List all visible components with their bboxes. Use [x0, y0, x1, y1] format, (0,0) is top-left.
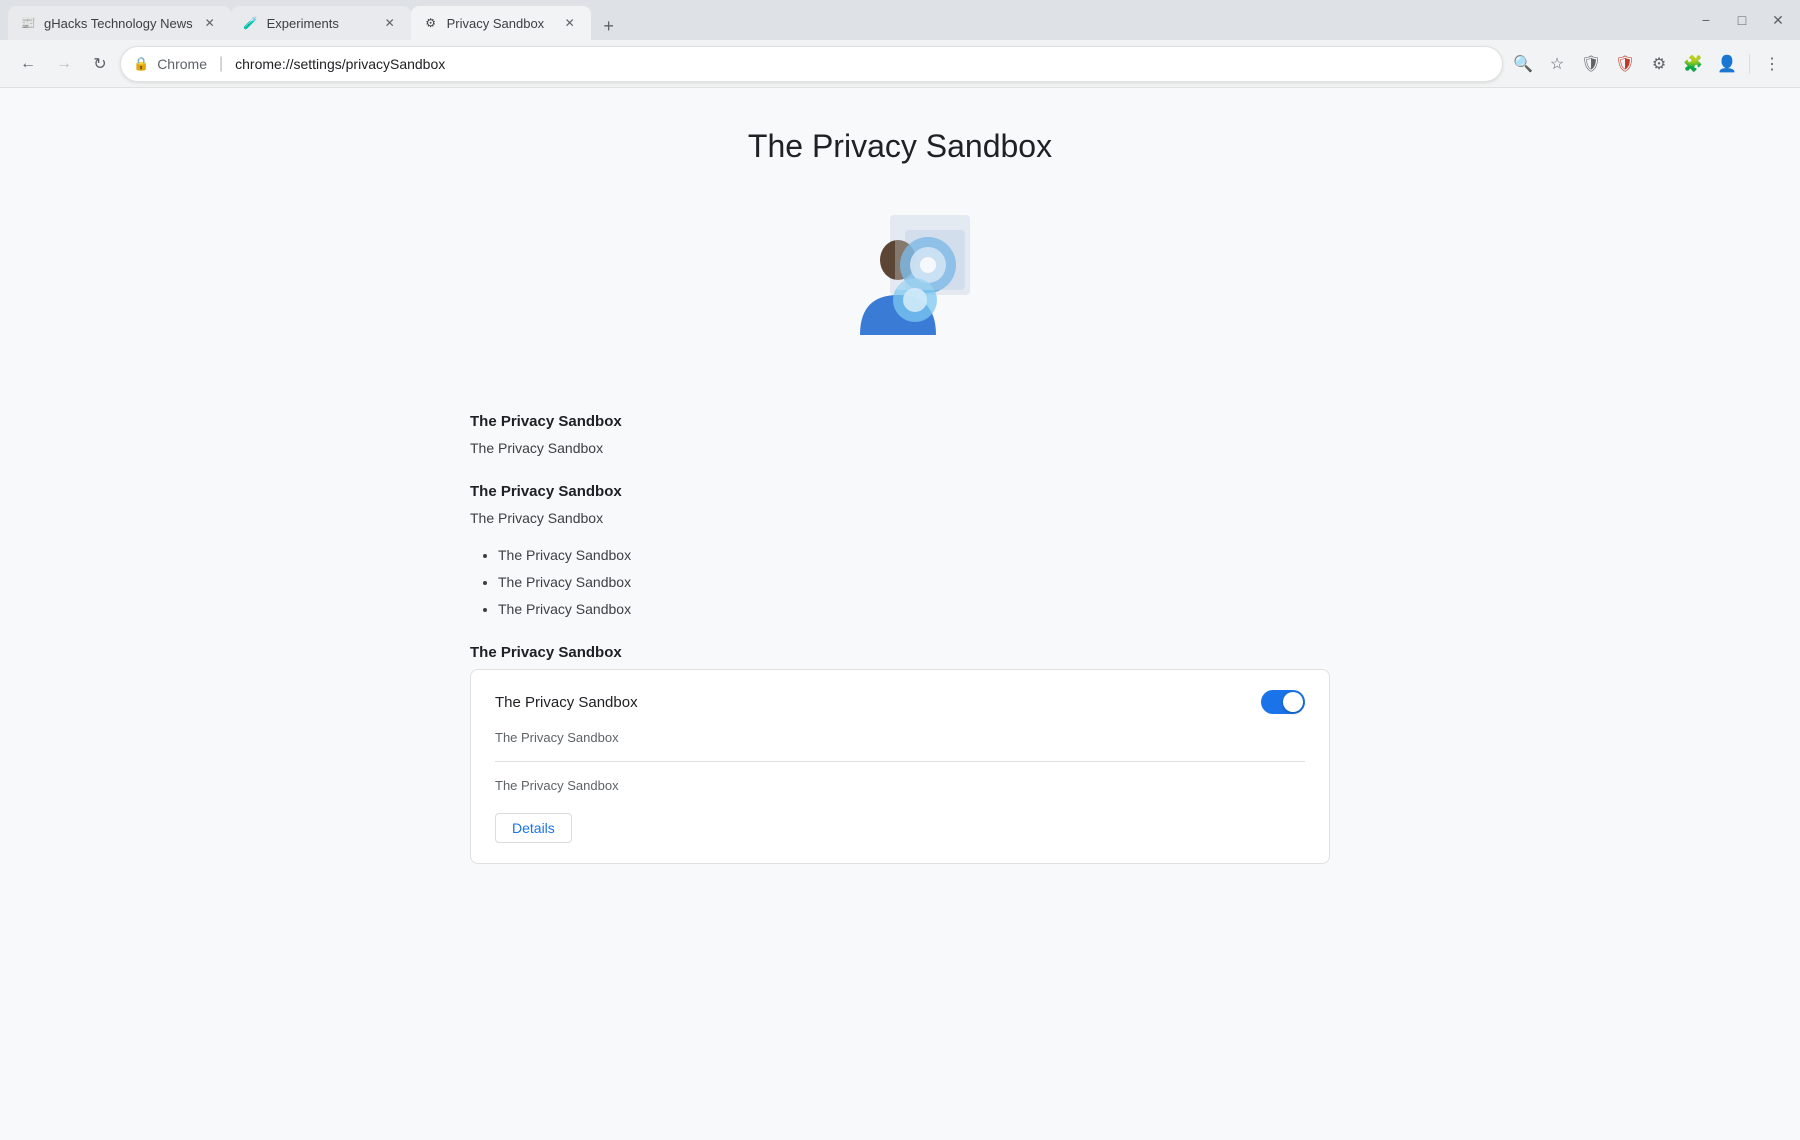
tab-ghacks[interactable]: 📰 gHacks Technology News ✕ — [8, 6, 231, 40]
title-bar: 📰 gHacks Technology News ✕ 🧪 Experiments… — [0, 0, 1800, 40]
settings-container: The Privacy Sandbox — [450, 88, 1350, 1140]
tab-experiments[interactable]: 🧪 Experiments ✕ — [231, 6, 411, 40]
section2-body: The Privacy Sandbox — [470, 508, 1330, 529]
tab-privacy-sandbox-favicon: ⚙ — [423, 15, 439, 31]
tab-ghacks-close[interactable]: ✕ — [201, 14, 219, 32]
tab-experiments-favicon: 🧪 — [243, 15, 259, 31]
address-secure-icon: 🔒 — [133, 56, 149, 72]
extension-icon-1[interactable]: 🛡 — [1575, 48, 1607, 80]
extension-icon-3[interactable]: ⚙ — [1643, 48, 1675, 80]
tab-privacy-sandbox[interactable]: ⚙ Privacy Sandbox ✕ — [411, 6, 591, 40]
refresh-button[interactable]: ↻ — [84, 48, 116, 80]
maximize-button[interactable]: □ — [1728, 6, 1756, 34]
address-url: chrome://settings/privacySandbox — [235, 56, 1490, 72]
privacy-illustration — [820, 205, 980, 365]
close-button[interactable]: ✕ — [1764, 6, 1792, 34]
toolbar-actions: 🔍 ☆ 🛡 🛡 ⚙ 🧩 👤 ⋮ — [1507, 48, 1788, 80]
section1-body: The Privacy Sandbox — [470, 438, 1330, 459]
bookmark-icon[interactable]: ☆ — [1541, 48, 1573, 80]
tab-strip: 📰 gHacks Technology News ✕ 🧪 Experiments… — [8, 0, 1692, 40]
illustration — [470, 205, 1330, 365]
details-button[interactable]: Details — [495, 813, 572, 843]
privacy-sandbox-toggle[interactable] — [1261, 690, 1305, 714]
tab-experiments-close[interactable]: ✕ — [381, 14, 399, 32]
section3-heading: The Privacy Sandbox — [470, 644, 1330, 661]
search-icon[interactable]: 🔍 — [1507, 48, 1539, 80]
section-1: The Privacy Sandbox The Privacy Sandbox — [470, 413, 1330, 459]
tab-privacy-sandbox-close[interactable]: ✕ — [561, 14, 579, 32]
toggle-desc: The Privacy Sandbox — [495, 730, 1305, 762]
tab-experiments-title: Experiments — [267, 16, 373, 31]
toggle-label: The Privacy Sandbox — [495, 694, 638, 711]
toggle-subdesc: The Privacy Sandbox — [495, 778, 1305, 793]
menu-icon[interactable]: ⋮ — [1756, 48, 1788, 80]
back-button[interactable]: ← — [12, 48, 44, 80]
tab-privacy-sandbox-title: Privacy Sandbox — [447, 16, 553, 31]
toggle-row: The Privacy Sandbox — [495, 690, 1305, 714]
toolbar: ← → ↻ 🔒 Chrome | chrome://settings/priva… — [0, 40, 1800, 88]
bullet-list: The Privacy Sandbox The Privacy Sandbox … — [470, 545, 1330, 620]
tab-ghacks-title: gHacks Technology News — [44, 16, 193, 31]
page-title: The Privacy Sandbox — [470, 128, 1330, 165]
page-content: The Privacy Sandbox — [0, 88, 1800, 1140]
section1-heading: The Privacy Sandbox — [470, 413, 1330, 430]
bullet-item-2: The Privacy Sandbox — [498, 572, 1330, 593]
window-controls: − □ ✕ — [1692, 6, 1792, 34]
extension-icon-4[interactable]: 🧩 — [1677, 48, 1709, 80]
address-chrome-label: Chrome — [157, 56, 207, 72]
address-bar[interactable]: 🔒 Chrome | chrome://settings/privacySand… — [120, 46, 1503, 82]
toolbar-divider — [1749, 54, 1750, 74]
section-2: The Privacy Sandbox The Privacy Sandbox … — [470, 483, 1330, 620]
bullet-item-1: The Privacy Sandbox — [498, 545, 1330, 566]
new-tab-button[interactable]: + — [595, 12, 623, 40]
forward-button: → — [48, 48, 80, 80]
profile-icon[interactable]: 👤 — [1711, 48, 1743, 80]
bullet-item-3: The Privacy Sandbox — [498, 599, 1330, 620]
tab-ghacks-favicon: 📰 — [20, 15, 36, 31]
toggle-card: The Privacy Sandbox The Privacy Sandbox … — [470, 669, 1330, 864]
extension-icon-2[interactable]: 🛡 — [1609, 48, 1641, 80]
section2-heading: The Privacy Sandbox — [470, 483, 1330, 500]
address-separator: | — [219, 55, 223, 73]
minimize-button[interactable]: − — [1692, 6, 1720, 34]
